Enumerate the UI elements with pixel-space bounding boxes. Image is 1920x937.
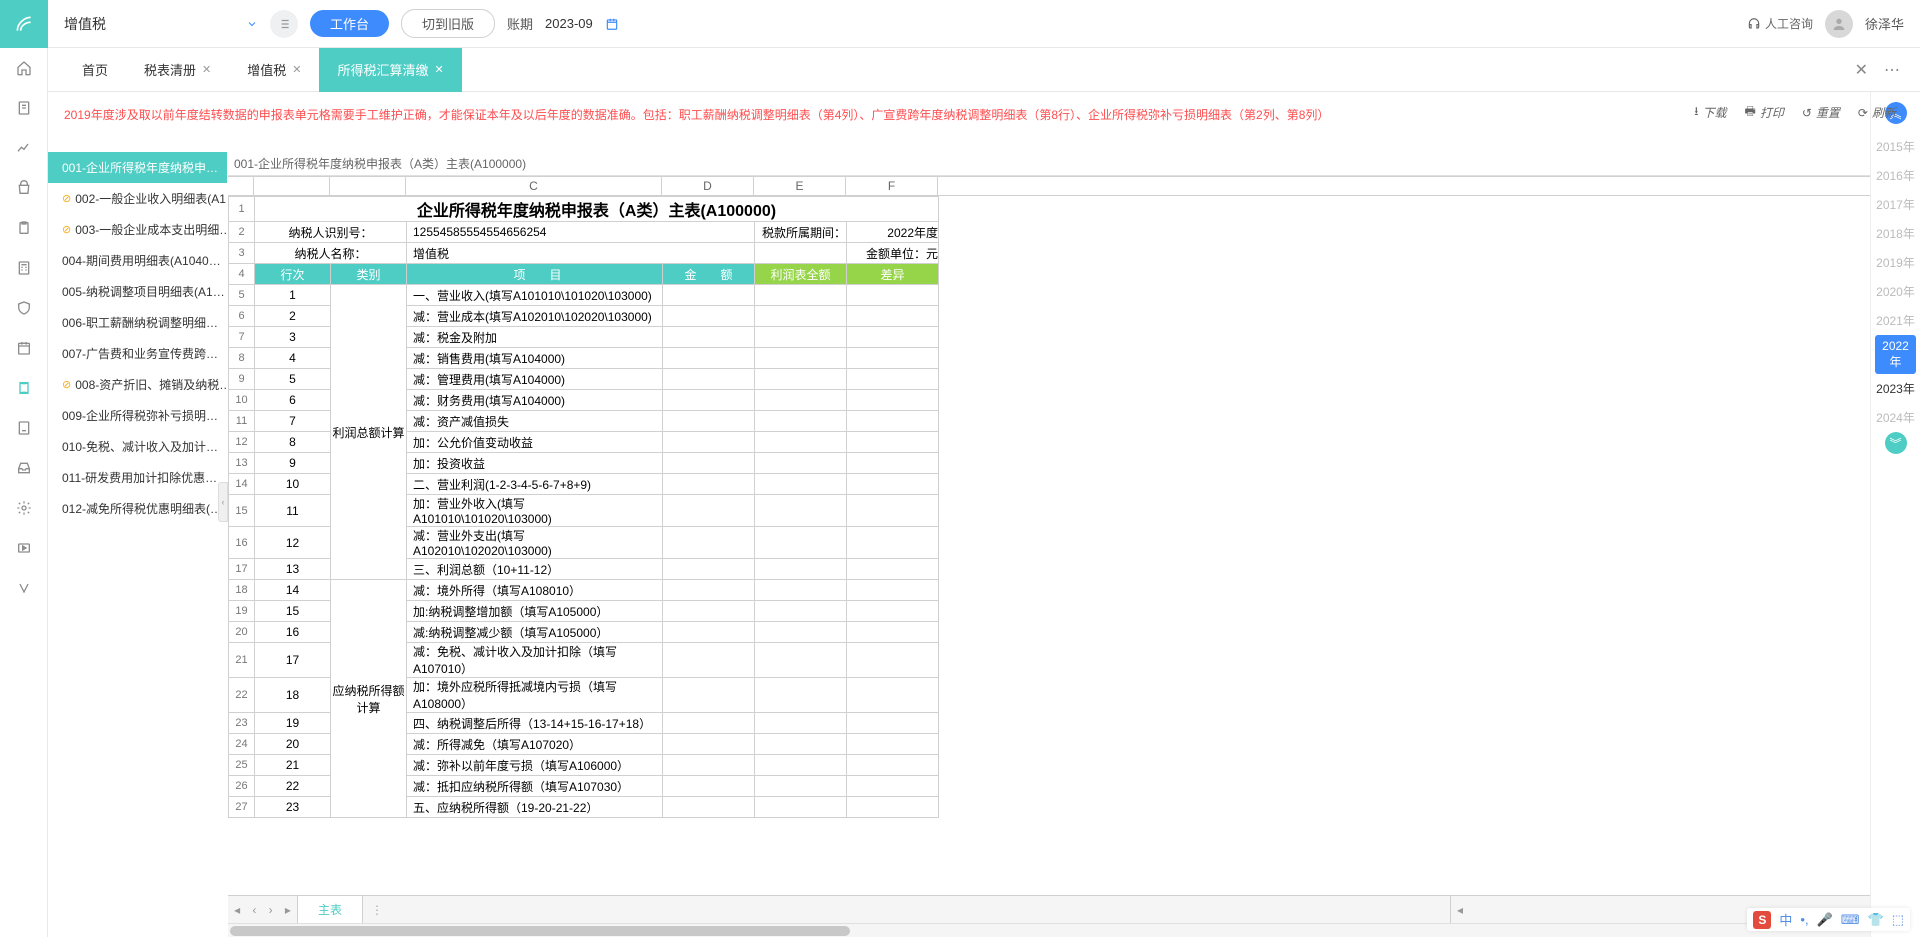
rail-video-icon[interactable]: [0, 528, 48, 568]
download-button[interactable]: ⭳ 下载: [1694, 102, 1726, 123]
year-2015年[interactable]: 2015年: [1871, 132, 1920, 161]
tree-item[interactable]: 009-企业所得税弥补亏损明…: [48, 400, 227, 431]
year-2020年[interactable]: 2020年: [1871, 277, 1920, 306]
ime-lang[interactable]: 中: [1779, 910, 1792, 929]
tree-item[interactable]: 004-期间费用明细表(A1040…: [48, 245, 227, 276]
period-label: 账期: [507, 14, 533, 33]
avatar[interactable]: [1825, 10, 1853, 38]
list-icon-button[interactable]: [270, 10, 298, 38]
rail-doc-icon[interactable]: [0, 88, 48, 128]
tree-item[interactable]: 001-企业所得税年度纳税申…: [48, 152, 227, 183]
year-2023年[interactable]: 2023年: [1871, 374, 1920, 403]
sheet-tabs: ◂‹›▸ 主表 ⋮ ◂▸: [228, 895, 1870, 923]
tab-首页[interactable]: 首页: [64, 48, 126, 92]
form-tree: 001-企业所得税年度纳税申…⊘002-一般企业收入明细表(A1…⊘003-一般…: [48, 152, 228, 937]
year-2016年[interactable]: 2016年: [1871, 161, 1920, 190]
tab-增值税[interactable]: 增值税✕: [229, 48, 319, 92]
warn-icon: ⊘: [62, 378, 71, 391]
spreadsheet-grid[interactable]: 1企业所得税年度纳税申报表（A类）主表(A100000)2纳税人识别号：1255…: [228, 196, 939, 818]
rail-shield-icon[interactable]: [0, 288, 48, 328]
rail-v-icon[interactable]: [0, 568, 48, 608]
year-2022年[interactable]: 2022年: [1875, 335, 1916, 374]
switch-old-button[interactable]: 切到旧版: [401, 9, 495, 38]
tree-item[interactable]: 005-纳税调整项目明细表(A1…: [48, 276, 227, 307]
headset-icon: [1747, 17, 1761, 31]
rail-gear-icon[interactable]: [0, 488, 48, 528]
rail-bag-icon[interactable]: [0, 168, 48, 208]
year-2017年[interactable]: 2017年: [1871, 190, 1920, 219]
sheet-nav[interactable]: ◂‹›▸: [228, 896, 298, 923]
ime-bar: S 中 •, 🎤 ⌨ 👕 ⬚: [1747, 908, 1910, 931]
tree-item[interactable]: ⊘002-一般企业收入明细表(A1…: [48, 183, 227, 214]
rail-clipboard-icon[interactable]: [0, 208, 48, 248]
username: 徐泽华: [1865, 14, 1904, 33]
rail-chart-icon[interactable]: [0, 128, 48, 168]
print-button[interactable]: 🖶 打印: [1745, 102, 1784, 123]
column-headers: CDEF: [228, 176, 1870, 196]
year-down-icon[interactable]: ︾: [1885, 432, 1907, 454]
h-scrollbar[interactable]: [228, 923, 1870, 937]
tree-item[interactable]: 011-研发费用加计扣除优惠…: [48, 462, 227, 493]
top-bar: 增值税 工作台 切到旧版 账期 2023-09 人工咨询 徐泽华: [48, 0, 1920, 48]
reset-button[interactable]: ↺ 重置: [1802, 102, 1840, 123]
tree-item[interactable]: ⊘003-一般企业成本支出明细…: [48, 214, 227, 245]
tree-item[interactable]: ⊘008-资产折旧、摊销及纳税…: [48, 369, 227, 400]
tabs-close-x[interactable]: ✕: [1851, 56, 1872, 84]
year-2018年[interactable]: 2018年: [1871, 219, 1920, 248]
collapse-tree-handle[interactable]: ‹: [218, 482, 228, 522]
ime-logo-icon: S: [1753, 911, 1771, 929]
rail-calc-icon[interactable]: [0, 248, 48, 288]
left-rail: [0, 0, 48, 937]
tab-税表清册[interactable]: 税表清册✕: [126, 48, 229, 92]
chevron-down-icon: [246, 18, 258, 30]
company-selector[interactable]: 增值税: [64, 14, 258, 34]
rail-calendar-icon[interactable]: [0, 328, 48, 368]
tab-所得税汇算清缴[interactable]: 所得税汇算清缴✕: [319, 48, 461, 92]
tree-item[interactable]: 010-免税、减计收入及加计…: [48, 431, 227, 462]
rail-tax-icon[interactable]: [0, 368, 48, 408]
calendar-icon[interactable]: [605, 17, 619, 31]
year-rail: ︽ 2015年2016年2017年2018年2019年2020年2021年202…: [1870, 92, 1920, 937]
period-value[interactable]: 2023-09: [545, 16, 593, 31]
ime-punct-icon[interactable]: •,: [1800, 912, 1808, 927]
toolbar: ⭳ 下载 🖶 打印 ↺ 重置 ⟳ 刷新: [1694, 102, 1896, 123]
tree-item[interactable]: 007-广告费和业务宣传费跨…: [48, 338, 227, 369]
notice-text: 2019年度涉及取以前年度结转数据的申报表单元格需要手工维护正确，才能保证本年及…: [64, 92, 1610, 130]
ime-kbd-icon[interactable]: ⌨: [1841, 912, 1860, 928]
tab-close-icon[interactable]: ✕: [435, 63, 444, 76]
tab-close-icon[interactable]: ✕: [202, 63, 211, 76]
warn-icon: ⊘: [62, 223, 71, 236]
year-2019年[interactable]: 2019年: [1871, 248, 1920, 277]
year-2024年[interactable]: 2024年: [1871, 403, 1920, 432]
year-2021年[interactable]: 2021年: [1871, 306, 1920, 335]
ime-mic-icon[interactable]: 🎤: [1817, 912, 1833, 928]
rail-inbox-icon[interactable]: [0, 448, 48, 488]
sheet-breadcrumb: 001-企业所得税年度纳税申报表（A类）主表(A100000): [228, 152, 1870, 176]
logo-icon[interactable]: [0, 0, 48, 48]
tree-item[interactable]: 012-减免所得税优惠明细表(…: [48, 493, 227, 524]
tree-item[interactable]: 006-职工薪酬纳税调整明细…: [48, 307, 227, 338]
tabs-more[interactable]: ⋯: [1880, 56, 1904, 84]
tab-close-icon[interactable]: ✕: [292, 63, 301, 76]
rail-home-icon[interactable]: [0, 48, 48, 88]
consult-link[interactable]: 人工咨询: [1747, 15, 1813, 32]
tabs-row: 首页税表清册✕增值税✕所得税汇算清缴✕ ✕ ⋯: [48, 48, 1920, 92]
ime-skin-icon[interactable]: 👕: [1868, 912, 1884, 928]
ime-tool-icon[interactable]: ⬚: [1892, 912, 1904, 928]
refresh-button[interactable]: ⟳ 刷新: [1858, 102, 1896, 123]
sheet-tab-main[interactable]: 主表: [298, 896, 363, 923]
workbench-button[interactable]: 工作台: [310, 10, 389, 37]
rail-file2-icon[interactable]: [0, 408, 48, 448]
warn-icon: ⊘: [62, 192, 71, 205]
